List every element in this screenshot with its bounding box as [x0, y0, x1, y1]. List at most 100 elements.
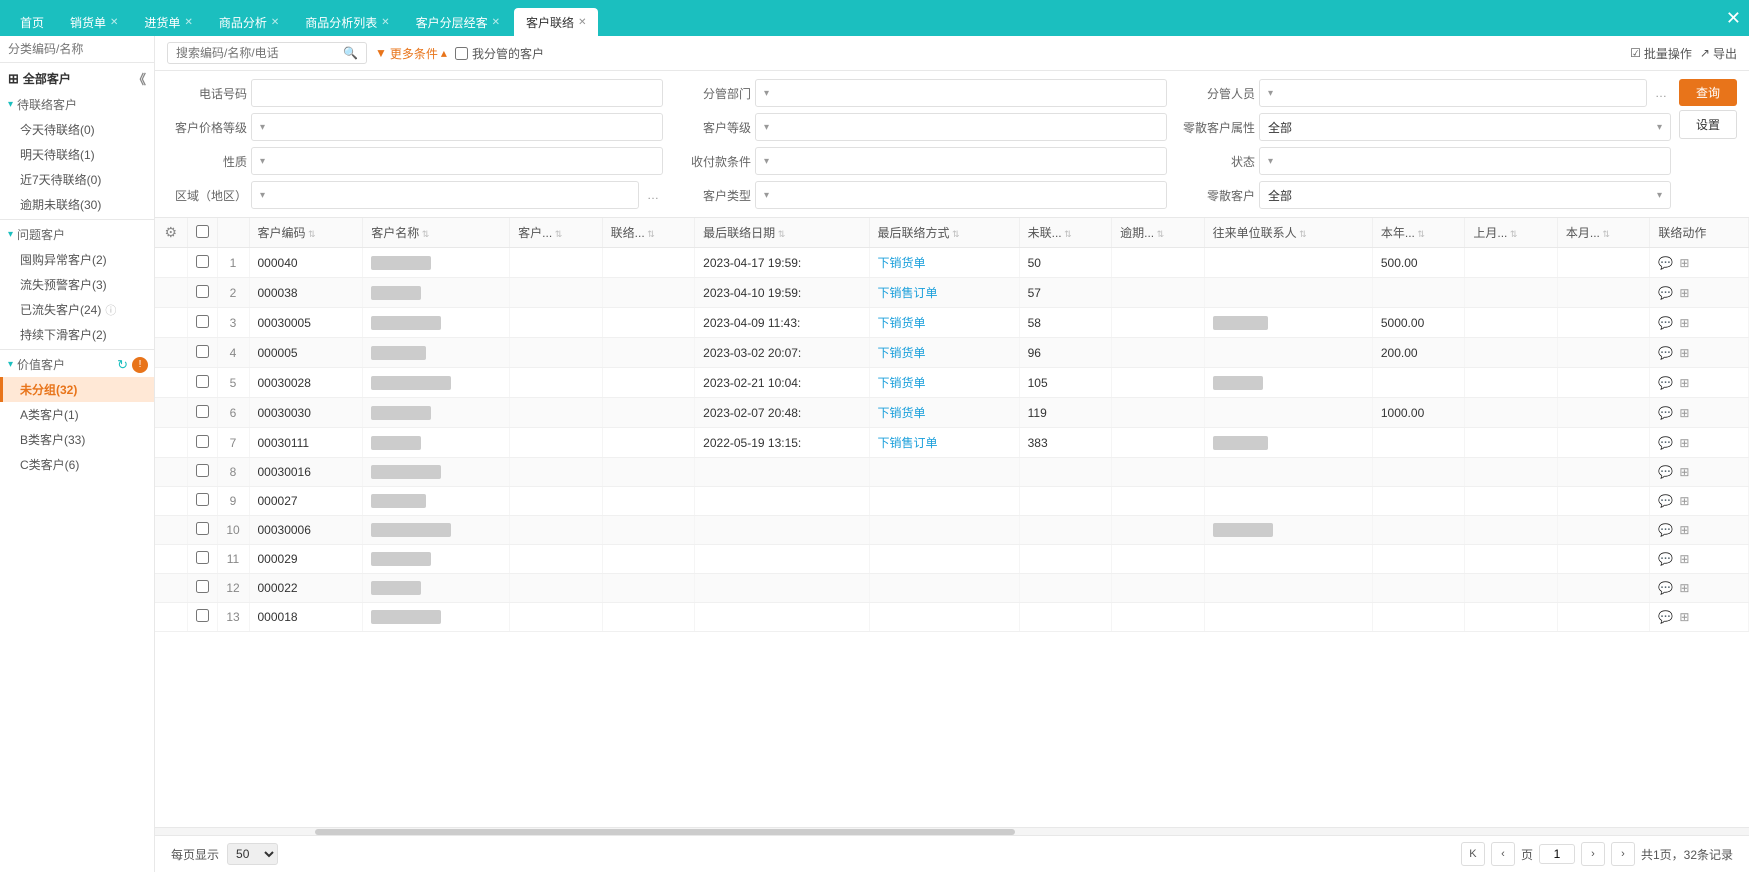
- row-checkbox[interactable]: [196, 285, 209, 298]
- close-tab-customer-contact[interactable]: ✕: [578, 17, 586, 28]
- filter-status-select[interactable]: ▾: [1259, 147, 1671, 175]
- sidebar-item-typeC[interactable]: C类客户(6): [0, 452, 154, 477]
- row-checkbox[interactable]: [196, 375, 209, 388]
- grid-icon[interactable]: ⊞: [1679, 286, 1689, 300]
- chat-icon[interactable]: 💬: [1658, 346, 1673, 360]
- last-way-link[interactable]: 下销售订单: [878, 286, 938, 300]
- td-checkbox[interactable]: [187, 516, 217, 545]
- th-checkbox[interactable]: [187, 218, 217, 248]
- table-settings-icon[interactable]: ⚙: [164, 224, 177, 240]
- th-lastdate[interactable]: 最后联络日期: [695, 218, 869, 248]
- row-checkbox[interactable]: [196, 609, 209, 622]
- td-lastway[interactable]: 下销售订单: [869, 278, 1019, 308]
- row-checkbox[interactable]: [196, 493, 209, 506]
- td-checkbox[interactable]: [187, 603, 217, 632]
- close-tab-purchase[interactable]: ✕: [184, 17, 192, 28]
- tab-sales[interactable]: 销货单 ✕: [58, 8, 130, 36]
- grid-icon[interactable]: ⊞: [1679, 316, 1689, 330]
- my-customers-input[interactable]: [455, 47, 468, 60]
- all-customers-header[interactable]: ⊞ 全部客户 《: [0, 63, 154, 92]
- sidebar-item-overdue[interactable]: 逾期未联络(30): [0, 192, 154, 217]
- td-lastway[interactable]: 下销货单: [869, 398, 1019, 428]
- td-lastway[interactable]: 下销货单: [869, 248, 1019, 278]
- settings-button[interactable]: 设置: [1679, 110, 1737, 139]
- row-checkbox[interactable]: [196, 551, 209, 564]
- page-input[interactable]: [1539, 844, 1575, 864]
- last-page-btn[interactable]: ›: [1611, 842, 1635, 866]
- filter-price-level-select[interactable]: ▾: [251, 113, 663, 141]
- th-thisyear[interactable]: 本年...: [1372, 218, 1465, 248]
- main-search-box[interactable]: 🔍: [167, 42, 367, 64]
- th-settings[interactable]: ⚙: [155, 218, 187, 248]
- sidebar-item-lost[interactable]: 已流失客户(24) ⓘ: [0, 297, 154, 322]
- td-lastway[interactable]: [869, 487, 1019, 516]
- row-checkbox[interactable]: [196, 580, 209, 593]
- tab-home[interactable]: 首页: [8, 8, 56, 36]
- row-checkbox[interactable]: [196, 464, 209, 477]
- close-all-tabs[interactable]: ✕: [1726, 8, 1741, 29]
- prev-page-btn[interactable]: ‹: [1491, 842, 1515, 866]
- last-way-link[interactable]: 下销货单: [878, 376, 926, 390]
- row-checkbox[interactable]: [196, 405, 209, 418]
- sidebar-item-churn[interactable]: 流失预警客户(3): [0, 272, 154, 297]
- tab-goods-analysis[interactable]: 商品分析 ✕: [207, 8, 291, 36]
- chat-icon[interactable]: 💬: [1658, 436, 1673, 450]
- grid-icon[interactable]: ⊞: [1679, 465, 1689, 479]
- filter-manager-select[interactable]: ▾: [1259, 79, 1647, 107]
- th-contact[interactable]: 联络...: [602, 218, 695, 248]
- sidebar-item-today[interactable]: 今天待联络(0): [0, 117, 154, 142]
- grid-icon[interactable]: ⊞: [1679, 494, 1689, 508]
- td-checkbox[interactable]: [187, 428, 217, 458]
- td-lastway[interactable]: 下销货单: [869, 338, 1019, 368]
- page-size-select[interactable]: 50 10 20 100: [227, 843, 278, 865]
- td-lastway[interactable]: 下销售订单: [869, 428, 1019, 458]
- td-checkbox[interactable]: [187, 338, 217, 368]
- chat-icon[interactable]: 💬: [1658, 465, 1673, 479]
- td-checkbox[interactable]: [187, 545, 217, 574]
- row-checkbox[interactable]: [196, 255, 209, 268]
- grid-icon[interactable]: ⊞: [1679, 346, 1689, 360]
- close-tab-sales[interactable]: ✕: [110, 17, 118, 28]
- scrollbar-thumb[interactable]: [315, 829, 1015, 835]
- chat-icon[interactable]: 💬: [1658, 610, 1673, 624]
- filter-region-select[interactable]: ▾: [251, 181, 639, 209]
- td-lastway[interactable]: [869, 545, 1019, 574]
- td-checkbox[interactable]: [187, 308, 217, 338]
- th-type[interactable]: 客户...: [510, 218, 603, 248]
- batch-op-btn[interactable]: ☑ 批量操作: [1630, 45, 1692, 62]
- tab-purchase[interactable]: 进货单 ✕: [132, 8, 204, 36]
- td-lastway[interactable]: [869, 603, 1019, 632]
- first-page-btn[interactable]: K: [1461, 842, 1485, 866]
- close-tab-goods-analysis-list[interactable]: ✕: [381, 17, 389, 28]
- tab-goods-analysis-list[interactable]: 商品分析列表 ✕: [293, 8, 401, 36]
- th-name[interactable]: 客户名称: [363, 218, 510, 248]
- th-unitcontact[interactable]: 往来单位联系人: [1204, 218, 1372, 248]
- td-checkbox[interactable]: [187, 574, 217, 603]
- tab-customer-segment[interactable]: 客户分层经客 ✕: [404, 8, 512, 36]
- sidebar-item-tomorrow[interactable]: 明天待联络(1): [0, 142, 154, 167]
- td-checkbox[interactable]: [187, 368, 217, 398]
- filter-retail-customer-select[interactable]: 全部 ▾: [1259, 181, 1671, 209]
- td-lastway[interactable]: 下销货单: [869, 308, 1019, 338]
- row-checkbox[interactable]: [196, 315, 209, 328]
- chat-icon[interactable]: 💬: [1658, 581, 1673, 595]
- td-lastway[interactable]: [869, 458, 1019, 487]
- filter-payment-select[interactable]: ▾: [755, 147, 1167, 175]
- grid-icon[interactable]: ⊞: [1679, 256, 1689, 270]
- sidebar-group-problem[interactable]: ▾ 问题客户: [0, 222, 154, 247]
- my-customers-checkbox[interactable]: 我分管的客户: [455, 45, 544, 62]
- grid-icon[interactable]: ⊞: [1679, 406, 1689, 420]
- main-search-icon[interactable]: 🔍: [343, 46, 358, 60]
- filter-phone-input[interactable]: [251, 79, 663, 107]
- next-page-btn[interactable]: ›: [1581, 842, 1605, 866]
- td-lastway[interactable]: [869, 516, 1019, 545]
- sidebar-item-week[interactable]: 近7天待联络(0): [0, 167, 154, 192]
- th-uncontacted[interactable]: 未联...: [1019, 218, 1112, 248]
- sidebar-item-typeA[interactable]: A类客户(1): [0, 402, 154, 427]
- th-lastmonth[interactable]: 上月...: [1465, 218, 1558, 248]
- close-tab-goods-analysis[interactable]: ✕: [271, 17, 279, 28]
- sidebar-item-hoarding[interactable]: 囤购异常客户(2): [0, 247, 154, 272]
- td-checkbox[interactable]: [187, 458, 217, 487]
- region-more-icon[interactable]: …: [643, 188, 663, 202]
- td-checkbox[interactable]: [187, 398, 217, 428]
